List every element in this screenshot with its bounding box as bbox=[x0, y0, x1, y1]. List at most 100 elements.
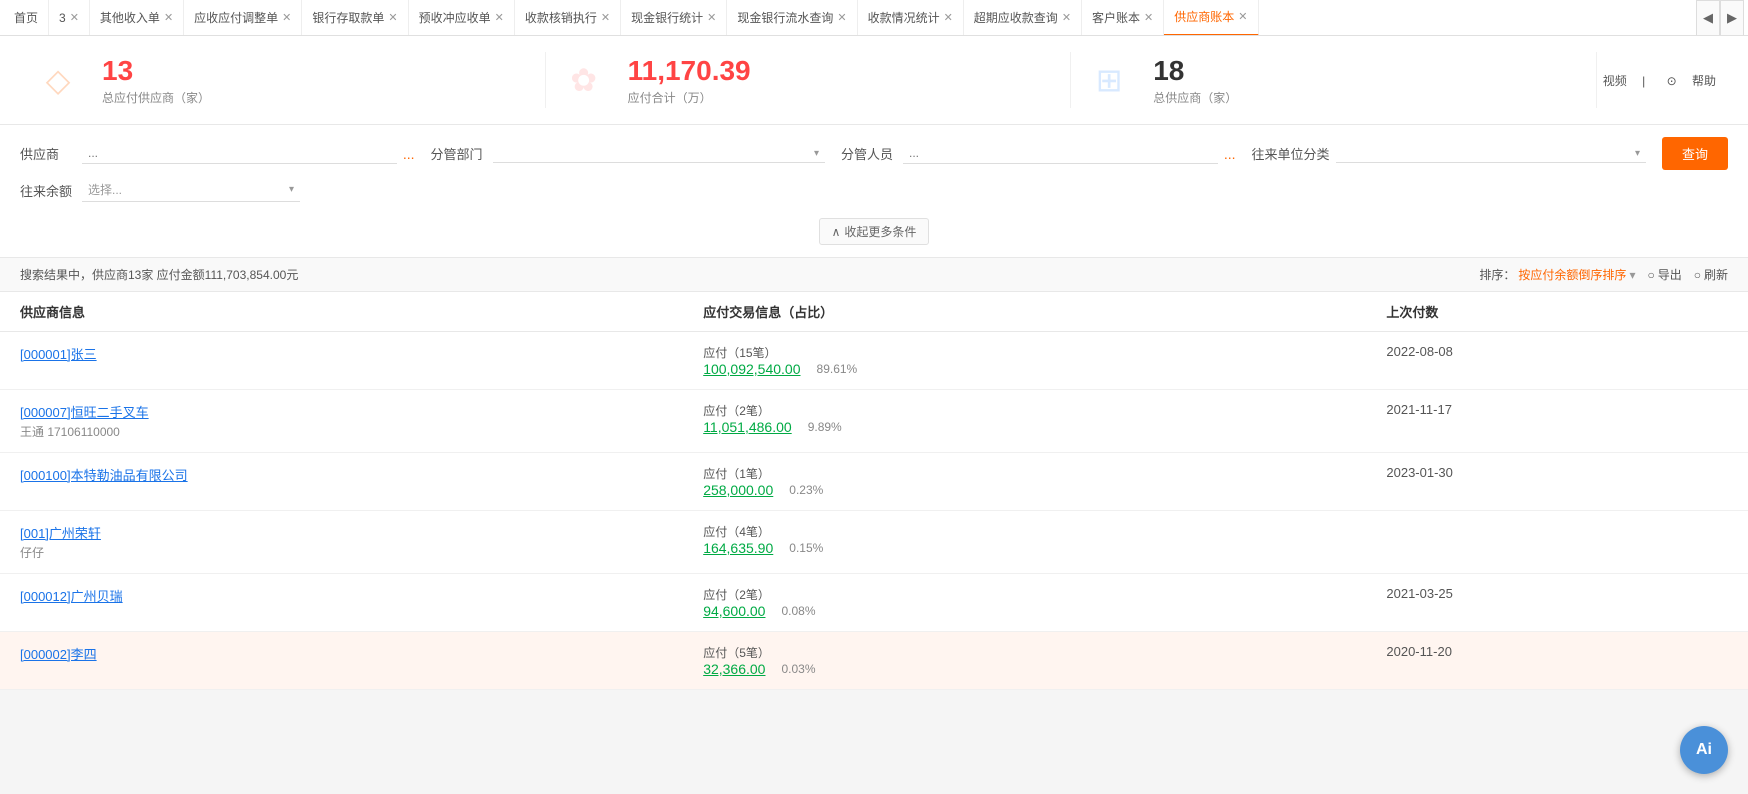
category-filter-dropdown[interactable]: ▾ bbox=[1336, 145, 1646, 163]
nav-tab-cash-bank-stat-close[interactable]: ✕ bbox=[707, 11, 716, 24]
refresh-label: 刷新 bbox=[1704, 266, 1728, 283]
summary-card-ap-suppliers: ◇ 13 总应付供应商（家） bbox=[20, 52, 546, 108]
nav-tab-supplier-account[interactable]: 供应商账本 ✕ bbox=[1164, 0, 1258, 36]
summary-help: 视频 | ⊙ 帮助 bbox=[1597, 72, 1728, 89]
nav-tab-collect-stat-close[interactable]: ✕ bbox=[944, 11, 953, 24]
video-link[interactable]: 视频 bbox=[1603, 74, 1627, 88]
summary-card-ap-total: ✿ 11,170.39 应付合计（万） bbox=[546, 52, 1072, 108]
ai-button[interactable]: Ai bbox=[1680, 726, 1728, 774]
nav-tab-overdue-collect[interactable]: 超期应收款查询 ✕ bbox=[964, 0, 1082, 36]
supplier-link[interactable]: [000012]广州贝瑞 bbox=[20, 586, 703, 605]
supplier-link[interactable]: [000100]本特勒油品有限公司 bbox=[20, 465, 703, 484]
supplier-sub: 王通 17106110000 bbox=[20, 423, 703, 440]
ap-total-icon: ✿ bbox=[556, 52, 612, 108]
nav-tab-collect-review-close[interactable]: ✕ bbox=[601, 11, 610, 24]
nav-next-button[interactable]: ▶ bbox=[1720, 0, 1744, 36]
ap-total-number: 11,170.39 bbox=[628, 54, 751, 88]
nav-tab-cash-bank-flow[interactable]: 现金银行流水查询 ✕ bbox=[727, 0, 857, 36]
person-ellipsis-icon[interactable]: ... bbox=[1224, 146, 1236, 162]
payable-percent: 0.08% bbox=[781, 604, 815, 618]
sort-value-text[interactable]: 按应付余额倒序排序 bbox=[1518, 266, 1626, 283]
payable-info-col: 应付（4笔） 164,635.90 0.15% bbox=[703, 523, 1386, 556]
payable-amount[interactable]: 100,092,540.00 bbox=[703, 361, 800, 377]
nav-tab-supplier-account-close[interactable]: ✕ bbox=[1238, 10, 1247, 23]
top-navigation: 首页 3 ✕ 其他收入单 ✕ 应收应付调整单 ✕ 银行存取款单 ✕ 预收冲应收单… bbox=[0, 0, 1748, 36]
circle-icon: ⊙ bbox=[1667, 74, 1677, 88]
nav-tab-other-income[interactable]: 其他收入单 ✕ bbox=[90, 0, 184, 36]
nav-tab-ap-adjust-close[interactable]: ✕ bbox=[282, 11, 291, 24]
nav-tab-bank-deposit-close[interactable]: ✕ bbox=[388, 11, 397, 24]
supplier-ellipsis-icon[interactable]: ... bbox=[403, 146, 415, 162]
payable-percent: 9.89% bbox=[808, 420, 842, 434]
nav-tab-customer-account[interactable]: 客户账本 ✕ bbox=[1082, 0, 1164, 36]
nav-tab-collect-stat-label: 收款情况统计 bbox=[868, 9, 940, 26]
ai-button-label: Ai bbox=[1696, 741, 1712, 759]
last-pay-date: 2020-11-20 bbox=[1386, 644, 1728, 659]
nav-tab-cash-bank-flow-close[interactable]: ✕ bbox=[837, 11, 846, 24]
supplier-link[interactable]: [000007]恒旺二手叉车 bbox=[20, 402, 703, 421]
supplier-sub: 仔仔 bbox=[20, 544, 703, 561]
table-row: [000100]本特勒油品有限公司 应付（1笔） 258,000.00 0.23… bbox=[0, 453, 1748, 511]
nav-tab-cash-bank-stat[interactable]: 现金银行统计 ✕ bbox=[621, 0, 727, 36]
payable-count: 应付（1笔） bbox=[703, 465, 1386, 482]
payable-info-col: 应付（1笔） 258,000.00 0.23% bbox=[703, 465, 1386, 498]
last-pay-date: 2023-01-30 bbox=[1386, 465, 1728, 480]
export-button[interactable]: ○ 导出 bbox=[1647, 266, 1681, 283]
help-text: 帮助 bbox=[1692, 74, 1716, 88]
payable-count: 应付（15笔） bbox=[703, 344, 1386, 361]
last-pay-date: 2021-11-17 bbox=[1386, 402, 1728, 417]
nav-prev-button[interactable]: ◀ bbox=[1696, 0, 1720, 36]
supplier-link[interactable]: [000002]李四 bbox=[20, 644, 703, 663]
result-bar: 搜索结果中，供应商13家 应付金额111,703,854.00元 排序： 按应付… bbox=[0, 258, 1748, 292]
sort-label-text: 排序： bbox=[1479, 266, 1515, 283]
payable-amount[interactable]: 94,600.00 bbox=[703, 603, 765, 619]
nav-tab-ap-adjust[interactable]: 应收应付调整单 ✕ bbox=[184, 0, 302, 36]
payable-percent: 0.03% bbox=[781, 662, 815, 676]
nav-tab-t3-close[interactable]: ✕ bbox=[70, 11, 79, 24]
payable-percent: 89.61% bbox=[817, 362, 858, 376]
payable-amount[interactable]: 258,000.00 bbox=[703, 482, 773, 498]
nav-tab-customer-account-label: 客户账本 bbox=[1092, 9, 1140, 26]
supplier-info-col: [000007]恒旺二手叉车 王通 17106110000 bbox=[20, 402, 703, 440]
nav-tab-collect-review[interactable]: 收款核销执行 ✕ bbox=[515, 0, 621, 36]
supplier-info-col: [000012]广州贝瑞 bbox=[20, 586, 703, 605]
supplier-link[interactable]: [000001]张三 bbox=[20, 344, 703, 363]
collapse-button[interactable]: ∧ 收起更多条件 bbox=[819, 218, 930, 245]
balance-filter-dropdown[interactable]: 选择... ▾ bbox=[82, 178, 300, 202]
nav-tab-home[interactable]: 首页 bbox=[4, 0, 49, 36]
last-pay-date: 2022-08-08 bbox=[1386, 344, 1728, 359]
nav-tab-advance-collect[interactable]: 预收冲应收单 ✕ bbox=[409, 0, 515, 36]
payable-percent: 0.15% bbox=[789, 541, 823, 555]
help-link[interactable]: ⊙ 帮助 bbox=[1661, 74, 1722, 88]
person-filter-input[interactable] bbox=[903, 143, 1218, 164]
nav-tab-bank-deposit-label: 银行存取款单 bbox=[312, 9, 384, 26]
total-suppliers-number: 18 bbox=[1153, 54, 1237, 88]
sort-chevron-icon: ▾ bbox=[1629, 268, 1635, 282]
collapse-label: 收起更多条件 bbox=[844, 223, 916, 240]
payable-percent: 0.23% bbox=[789, 483, 823, 497]
column-header-supplier: 供应商信息 bbox=[20, 302, 703, 321]
payable-amount[interactable]: 11,051,486.00 bbox=[703, 419, 792, 435]
ap-suppliers-text: 13 总应付供应商（家） bbox=[102, 54, 210, 107]
dept-filter-dropdown[interactable]: ▾ bbox=[493, 145, 826, 163]
supplier-link[interactable]: [001]广州荣轩 bbox=[20, 523, 703, 542]
nav-tab-collect-stat[interactable]: 收款情况统计 ✕ bbox=[858, 0, 964, 36]
payable-amount[interactable]: 32,366.00 bbox=[703, 661, 765, 677]
filter-person: 分管人员 ... bbox=[841, 143, 1236, 164]
nav-tab-advance-collect-close[interactable]: ✕ bbox=[495, 11, 504, 24]
supplier-filter-input[interactable] bbox=[82, 143, 397, 164]
nav-tab-t3[interactable]: 3 ✕ bbox=[49, 0, 90, 36]
nav-tab-overdue-collect-close[interactable]: ✕ bbox=[1062, 11, 1071, 24]
table-row: [000002]李四 应付（5笔） 32,366.00 0.03% 2020-1… bbox=[0, 632, 1748, 690]
query-button[interactable]: 查询 bbox=[1662, 137, 1728, 170]
refresh-button[interactable]: ○ 刷新 bbox=[1694, 266, 1728, 283]
nav-tab-customer-account-close[interactable]: ✕ bbox=[1144, 11, 1153, 24]
payable-info-col: 应付（5笔） 32,366.00 0.03% bbox=[703, 644, 1386, 677]
nav-tab-bank-deposit[interactable]: 银行存取款单 ✕ bbox=[302, 0, 408, 36]
nav-tab-other-income-close[interactable]: ✕ bbox=[164, 11, 173, 24]
payable-amount[interactable]: 164,635.90 bbox=[703, 540, 773, 556]
supplier-table: 供应商信息 应付交易信息（占比） 上次付数 [000001]张三 应付（15笔）… bbox=[0, 292, 1748, 690]
nav-tab-overdue-collect-label: 超期应收款查询 bbox=[974, 9, 1058, 26]
filter-category: 往来单位分类 ▾ bbox=[1252, 144, 1647, 163]
table-row: [001]广州荣轩 仔仔 应付（4笔） 164,635.90 0.15% bbox=[0, 511, 1748, 574]
